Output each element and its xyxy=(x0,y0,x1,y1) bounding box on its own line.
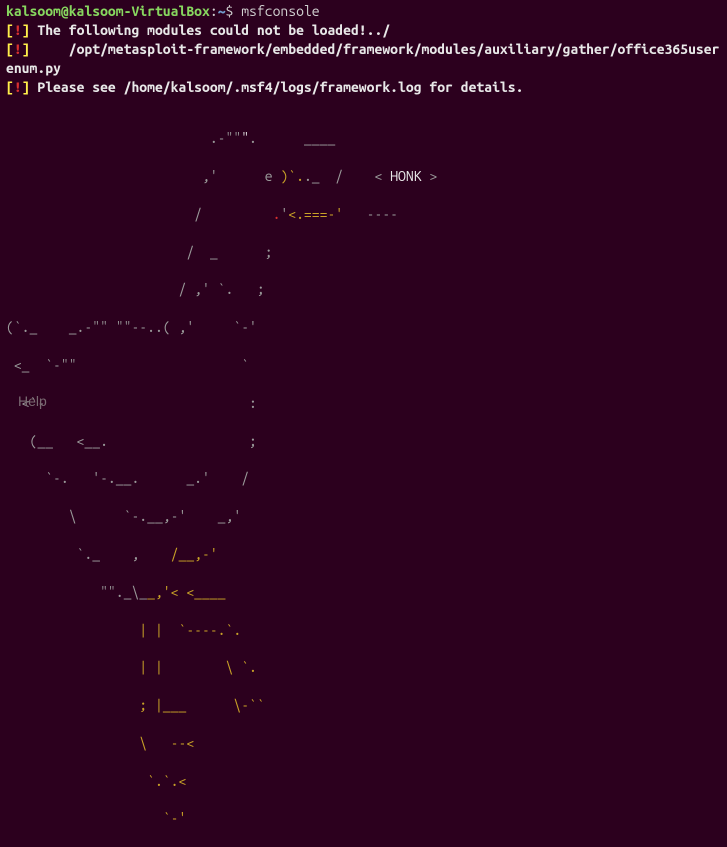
warning-line-1: [!] The following modules could not be l… xyxy=(6,21,721,40)
path-sep: : xyxy=(210,3,218,19)
user-host: kalsoom@kalsoom-VirtualBox xyxy=(6,3,210,19)
warning-line-3: [!] Please see /home/kalsoom/.msf4/logs/… xyxy=(6,78,721,97)
warning-text-1: The following modules could not be loade… xyxy=(30,22,391,38)
warning-line-2: [!] /opt/metasploit-framework/embedded/f… xyxy=(6,40,721,78)
typed-command-text: msfconsole xyxy=(241,3,319,19)
shell-prompt[interactable]: kalsoom@kalsoom-VirtualBox:~$ msfconsole xyxy=(6,2,721,21)
warning-text-2: /opt/metasploit-framework/embedded/frame… xyxy=(6,41,719,76)
warning-text-3: Please see /home/kalsoom/.msf4/logs/fram… xyxy=(30,79,524,95)
ascii-art-banner: .-""". ____ ,' e )`.._ / < HONK > / .'<.… xyxy=(6,110,721,847)
cwd: ~ xyxy=(218,3,226,19)
help-overlay-label: Help xyxy=(18,392,47,411)
